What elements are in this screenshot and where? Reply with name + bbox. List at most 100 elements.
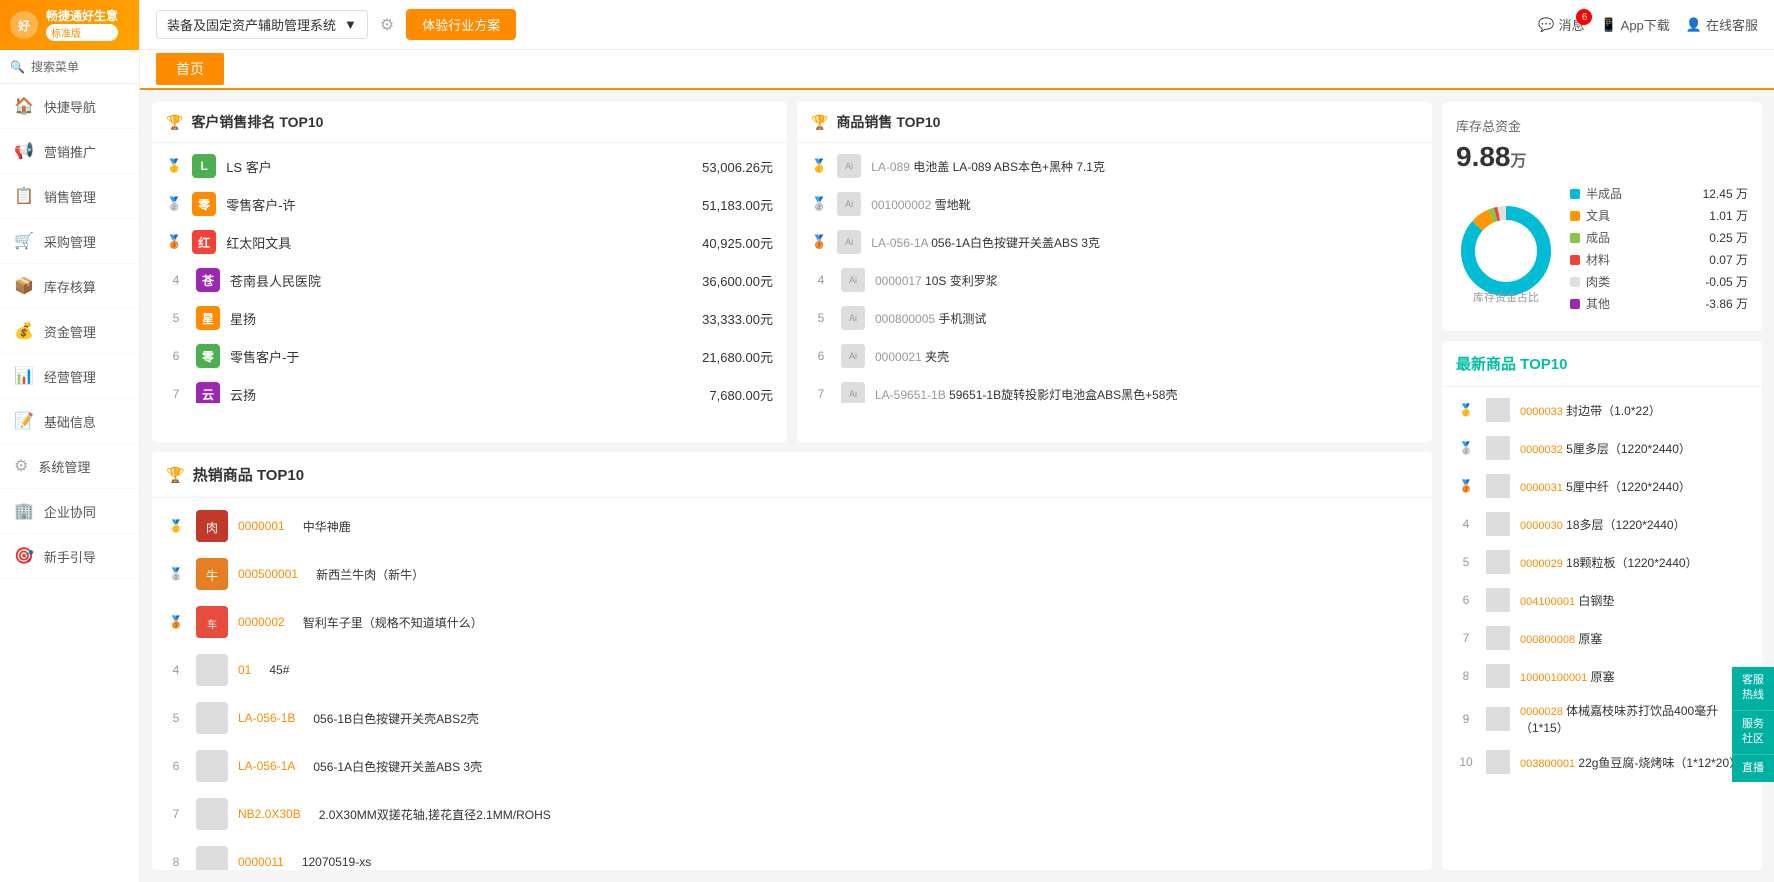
list-item: 🥉 车 0000002 智利车子里（规格不知道填什么） bbox=[152, 598, 1432, 646]
sidebar-item-basic-info[interactable]: 📝 基础信息 bbox=[0, 399, 139, 444]
product-code: 000800005 bbox=[875, 312, 935, 326]
product-name: 白钢垫 bbox=[1578, 594, 1614, 608]
sidebar-item-management[interactable]: 📊 经营管理 bbox=[0, 354, 139, 399]
rank-number: 7 bbox=[166, 387, 186, 401]
product-code: 0000030 bbox=[1520, 520, 1563, 532]
rank-number: 6 bbox=[166, 349, 186, 363]
sidebar-item-label: 资金管理 bbox=[44, 322, 96, 341]
messages-button[interactable]: 💬 消息 6 bbox=[1538, 15, 1584, 34]
customer-service-button[interactable]: 客服热线 bbox=[1732, 667, 1774, 711]
product-name: 2.0X30MM双搓花轴,搓花直径2.1MM/ROHS bbox=[319, 806, 551, 823]
table-row: 🥉 Ai LA-056-1A 056-1A白色按键开关盖ABS 3克 bbox=[797, 223, 1432, 261]
product-thumb bbox=[1486, 750, 1510, 774]
trophy-icon: 🏆 bbox=[166, 114, 183, 131]
top-header: 装备及固定资产辅助管理系统 ▼ ⚙ 体验行业方案 💬 消息 6 📱 App下载 … bbox=[140, 0, 1774, 50]
stock-amount: 9.88万 bbox=[1456, 141, 1748, 173]
product-code: 003800001 bbox=[1520, 758, 1575, 770]
list-item: 6 004100001 白钢垫 bbox=[1442, 581, 1762, 619]
trial-button[interactable]: 体验行业方案 bbox=[406, 9, 516, 40]
product-thumb bbox=[1486, 626, 1510, 650]
product-name: 手机测试 bbox=[938, 312, 986, 326]
product-code: 000500001 bbox=[238, 567, 298, 581]
legend-name: 其他 bbox=[1586, 295, 1699, 312]
legend-name: 文具 bbox=[1586, 207, 1703, 224]
list-item: 8 0000011 12070519-xs bbox=[152, 838, 1432, 870]
hot-products-panel: 🏆 热销商品 TOP10 🥇 肉 0000001 中华神鹿 bbox=[152, 452, 1432, 870]
sidebar-item-enterprise[interactable]: 🏢 企业协同 bbox=[0, 489, 139, 534]
sidebar-item-marketing[interactable]: 📢 营销推广 bbox=[0, 129, 139, 174]
legend-value: 12.45 万 bbox=[1703, 185, 1748, 202]
product-code: 0000017 bbox=[875, 274, 922, 288]
list-item: 5 0000029 18颗粒板（1220*2440） bbox=[1442, 543, 1762, 581]
sidebar-item-sales[interactable]: 📋 销售管理 bbox=[0, 174, 139, 219]
sidebar-item-label: 营销推广 bbox=[44, 142, 96, 161]
table-row: 🥇 L LS 客户 53,006.26元 bbox=[152, 147, 787, 185]
top-panels-row: 🏆 客户销售排名 TOP10 🥇 L LS 客户 53,006.26元 bbox=[152, 102, 1432, 442]
settings-icon[interactable]: ⚙ bbox=[380, 15, 394, 35]
app-download-button[interactable]: 📱 App下载 bbox=[1600, 15, 1669, 34]
legend-item: 其他 -3.86 万 bbox=[1570, 295, 1748, 312]
table-row: 6 Ai 0000021 夹壳 bbox=[797, 337, 1432, 375]
table-row: 🥈 零 零售客户-许 51,183.00元 bbox=[152, 185, 787, 223]
medal-icon: 🥉 bbox=[811, 234, 827, 250]
medal-icon: 🥇 bbox=[811, 158, 827, 174]
online-service-button[interactable]: 👤 在线客服 bbox=[1686, 15, 1758, 34]
product-name: 智利车子里（规格不知道填什么） bbox=[303, 614, 483, 631]
rank-number: 5 bbox=[166, 711, 186, 725]
product-name: 22g鱼豆腐-烧烤味（1*12*20） bbox=[1578, 756, 1741, 770]
stock-panel: 库存总资金 9.88万 bbox=[1442, 102, 1762, 331]
breadcrumb-home[interactable]: 首页 bbox=[156, 53, 224, 85]
product-code: 0000029 bbox=[1520, 558, 1563, 570]
sidebar-item-quick-nav[interactable]: 🏠 快捷导航 bbox=[0, 84, 139, 129]
list-item: 7 000800008 原塞 bbox=[1442, 619, 1762, 657]
sidebar-item-system[interactable]: ⚙ 系统管理 bbox=[0, 444, 139, 489]
product-info: 0000017 10S 变利罗浆 bbox=[875, 272, 1418, 289]
table-row: 4 苍 苍南县人民医院 36,600.00元 bbox=[152, 261, 787, 299]
sidebar: 好 畅捷通好生意 标准版 🔍 搜索菜单 🏠 快捷导航 📢 营销推广 📋 销售管理… bbox=[0, 0, 140, 882]
table-row: 🥈 Ai 001000002 雪地靴 bbox=[797, 185, 1432, 223]
service-icon: 👤 bbox=[1686, 17, 1702, 33]
sidebar-item-guide[interactable]: 🎯 新手引导 bbox=[0, 534, 139, 579]
sales-icon: 📋 bbox=[14, 186, 34, 206]
product-thumb: Ai bbox=[841, 382, 865, 403]
product-thumb: Ai bbox=[841, 268, 865, 292]
avatar: 红 bbox=[192, 230, 216, 254]
product-thumb bbox=[1486, 550, 1510, 574]
customer-amount: 53,006.26元 bbox=[702, 157, 773, 176]
product-info: LA-089 电池盖 LA-089 ABS本色+黑种 7.1克 bbox=[871, 158, 1418, 175]
legend-color-dot bbox=[1570, 299, 1580, 309]
customer-name: 零售客户-许 bbox=[226, 195, 692, 214]
sidebar-item-purchase[interactable]: 🛒 采购管理 bbox=[0, 219, 139, 264]
list-item: 5 LA-056-1B 056-1B白色按键开关壳ABS2壳 bbox=[152, 694, 1432, 742]
live-button[interactable]: 直播 bbox=[1732, 755, 1774, 782]
product-info: 0000021 夹壳 bbox=[875, 348, 1418, 365]
product-code: 0000011 bbox=[238, 855, 284, 869]
online-service-label: 在线客服 bbox=[1706, 15, 1758, 34]
service-community-button[interactable]: 服务社区 bbox=[1732, 711, 1774, 755]
list-item: 10 003800001 22g鱼豆腐-烧烤味（1*12*20） bbox=[1442, 743, 1762, 781]
sidebar-item-label: 新手引导 bbox=[44, 547, 96, 566]
product-code: 0000002 bbox=[238, 615, 285, 629]
product-code: LA-089 bbox=[871, 160, 910, 174]
rank-number: 6 bbox=[811, 349, 831, 363]
sidebar-item-finance[interactable]: 💰 资金管理 bbox=[0, 309, 139, 354]
header-right: 💬 消息 6 📱 App下载 👤 在线客服 bbox=[1538, 15, 1758, 34]
rank-number: 10 bbox=[1456, 755, 1476, 769]
new-product-list: 🥇 0000033 封边带（1.0*22） 🥈 bbox=[1442, 387, 1762, 870]
legend-item: 半成品 12.45 万 bbox=[1570, 185, 1748, 202]
sidebar-item-inventory[interactable]: 📦 库存核算 bbox=[0, 264, 139, 309]
legend-item: 材料 0.07 万 bbox=[1570, 251, 1748, 268]
product-code: 000800008 bbox=[1520, 634, 1575, 646]
product-code: 004100001 bbox=[1520, 596, 1575, 608]
product-thumb: Ai bbox=[841, 344, 865, 368]
medal-icon: 🥉 bbox=[1456, 479, 1476, 493]
system-selector[interactable]: 装备及固定资产辅助管理系统 ▼ bbox=[156, 10, 368, 39]
product-info: 0000028 体械嘉枝味苏打饮品400毫升（1*15） bbox=[1520, 702, 1748, 736]
sidebar-item-label: 库存核算 bbox=[44, 277, 96, 296]
list-item: 8 10000100001 原塞 bbox=[1442, 657, 1762, 695]
new-products-panel: 最新商品 TOP10 🥇 0000033 封边带（1.0*22） bbox=[1442, 341, 1762, 870]
sidebar-search[interactable]: 🔍 搜索菜单 bbox=[0, 50, 139, 84]
finance-icon: 💰 bbox=[14, 321, 34, 341]
donut-chart: 库存资金占比 bbox=[1456, 201, 1556, 301]
chevron-down-icon: ▼ bbox=[344, 17, 357, 32]
